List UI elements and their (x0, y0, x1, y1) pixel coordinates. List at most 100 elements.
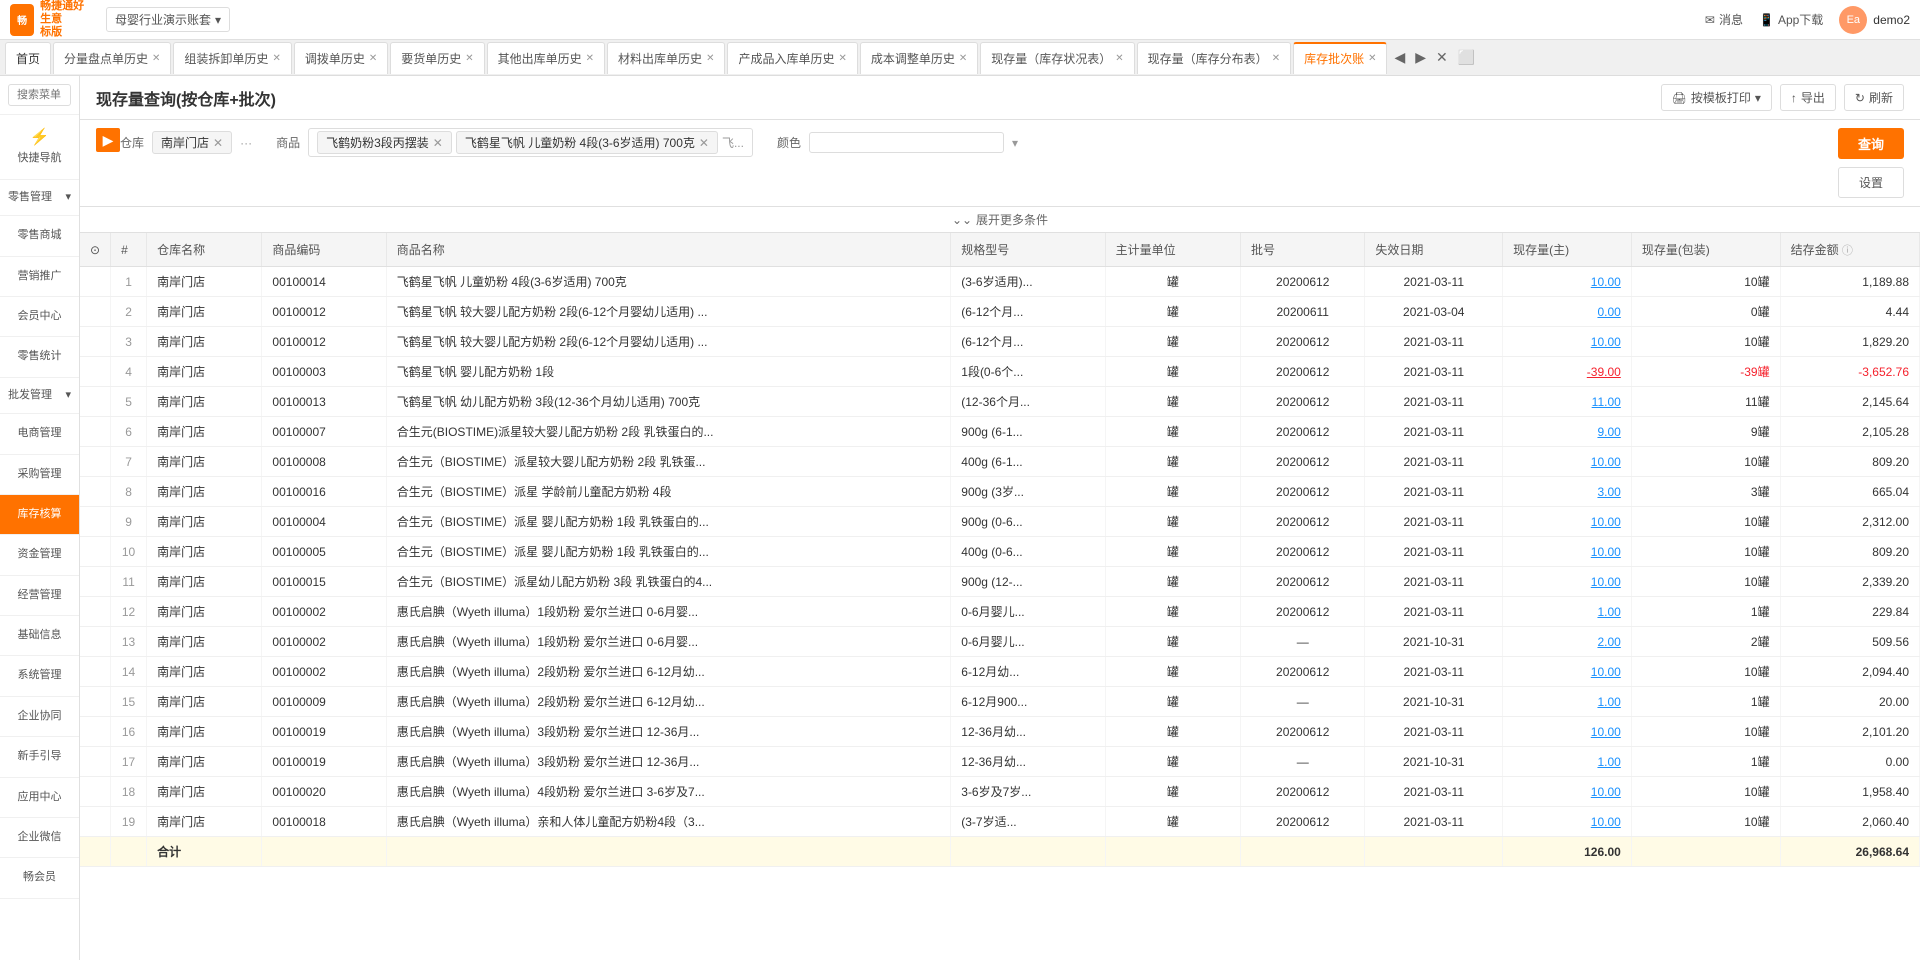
row-code: 00100014 (262, 267, 386, 297)
sidebar-item-wholesale[interactable]: 批发管理 ▾ (0, 378, 79, 414)
sidebar-item-membership[interactable]: 畅会员 (0, 858, 79, 898)
tab-close-product-in[interactable]: ✕ (838, 53, 846, 64)
sidebar-item-ops[interactable]: 经营管理 (0, 576, 79, 616)
tab-stock-status[interactable]: 现存量（库存状况表） ✕ (980, 42, 1134, 74)
row-stock-main[interactable]: 10.00 (1503, 327, 1632, 357)
row-stock-main[interactable]: 3.00 (1503, 477, 1632, 507)
tab-close-material-out[interactable]: ✕ (706, 53, 714, 64)
tab-batch-account[interactable]: 库存批次账 ✕ (1293, 42, 1387, 74)
row-stock-main[interactable]: 10.00 (1503, 717, 1632, 747)
sidebar-item-purchase[interactable]: 采购管理 (0, 455, 79, 495)
tab-transfer[interactable]: 调拨单历史 ✕ (294, 42, 388, 74)
tab-cost-adjust[interactable]: 成本调整单历史 ✕ (860, 42, 978, 74)
search-input[interactable] (8, 84, 71, 106)
sidebar-item-inventory[interactable]: 库存核算 (0, 495, 79, 535)
warehouse-more[interactable]: ··· (240, 136, 252, 150)
table-row: 15南岸门店00100009惠氏启腆（Wyeth illuma）2段奶粉 爱尔兰… (80, 687, 1920, 717)
tab-close-stock-dist[interactable]: ✕ (1272, 53, 1280, 64)
filter-toggle-button[interactable]: ▶ (96, 128, 120, 152)
tab-other-out[interactable]: 其他出库单历史 ✕ (487, 42, 605, 74)
row-stock-main[interactable]: 10.00 (1503, 537, 1632, 567)
product-tag-close-0[interactable]: ✕ (433, 136, 443, 150)
sidebar-item-quick-nav[interactable]: ⚡ 快捷导航 (0, 115, 79, 180)
user-area[interactable]: Ea demo2 (1839, 6, 1910, 34)
row-check (80, 657, 111, 687)
product-input-group[interactable]: 飞鹤奶粉3段丙摆装 ✕ 飞鹤星飞帆 儿童奶粉 4段(3-6岁适用) 700克 ✕… (308, 128, 753, 157)
tab-close-requisition[interactable]: ✕ (465, 53, 473, 64)
row-stock-main[interactable]: 11.00 (1503, 387, 1632, 417)
color-input[interactable] (809, 132, 1004, 153)
product-tag-close-1[interactable]: ✕ (699, 136, 709, 150)
tab-close-disassemble[interactable]: ✕ (272, 53, 280, 64)
tab-requisition[interactable]: 要货单历史 ✕ (390, 42, 484, 74)
row-warehouse: 南岸门店 (147, 777, 262, 807)
sidebar-item-retail[interactable]: 零售管理 ▾ (0, 180, 79, 216)
row-stock-main[interactable]: 10.00 (1503, 807, 1632, 837)
row-stock-main[interactable]: 10.00 (1503, 447, 1632, 477)
settings-button[interactable]: 设置 (1838, 167, 1904, 198)
tab-close-other-out[interactable]: ✕ (586, 53, 594, 64)
row-stock-main[interactable]: 9.00 (1503, 417, 1632, 447)
row-spec: (3-7岁适... (951, 807, 1105, 837)
row-stock-pkg: 10罐 (1631, 447, 1780, 477)
refresh-button[interactable]: ↻ 刷新 (1844, 84, 1904, 111)
tab-material-out[interactable]: 材料出库单历史 ✕ (607, 42, 725, 74)
workspace-selector[interactable]: 母婴行业演示账套 ▾ (106, 7, 230, 32)
tab-distribute[interactable]: 分量盘点单历史 ✕ (53, 42, 171, 74)
sidebar-membership-label: 畅会员 (23, 870, 56, 885)
sidebar-item-marketing[interactable]: 营销推广 (0, 257, 79, 297)
tab-product-in[interactable]: 产成品入库单历史 ✕ (727, 42, 857, 74)
export-button[interactable]: ↑ 导出 (1780, 84, 1836, 111)
tab-close-batch-account[interactable]: ✕ (1368, 53, 1376, 64)
app-download-button[interactable]: 📱 App下载 (1759, 11, 1823, 28)
print-button[interactable]: 🖨 按模板打印 ▾ (1661, 84, 1772, 111)
row-name: 合生元（BIOSTIME）派星较大婴儿配方奶粉 2段 乳铁蛋... (386, 447, 951, 477)
row-name: 惠氏启腆（Wyeth illuma）亲和人体儿童配方奶粉4段（3... (386, 807, 951, 837)
sidebar-item-ecom[interactable]: 电商管理 (0, 414, 79, 454)
tab-close-stock-status[interactable]: ✕ (1115, 53, 1123, 64)
row-stock-main[interactable]: -39.00 (1503, 357, 1632, 387)
sidebar-item-basic[interactable]: 基础信息 (0, 616, 79, 656)
expand-more-button[interactable]: ⌄⌄ 展开更多条件 (952, 211, 1048, 228)
sidebar-item-member[interactable]: 会员中心 (0, 297, 79, 337)
tab-close-cost-adjust[interactable]: ✕ (959, 53, 967, 64)
tab-nav-close[interactable]: ✕ (1431, 49, 1453, 66)
row-unit: 罐 (1105, 567, 1240, 597)
tab-disassemble[interactable]: 组装拆卸单历史 ✕ (173, 42, 291, 74)
row-warehouse: 南岸门店 (147, 417, 262, 447)
tab-close-transfer[interactable]: ✕ (369, 53, 377, 64)
sidebar-item-wechat[interactable]: 企业微信 (0, 818, 79, 858)
sum-label: 合计 (147, 837, 262, 867)
row-stock-main[interactable]: 10.00 (1503, 267, 1632, 297)
sidebar-item-appstore[interactable]: 应用中心 (0, 778, 79, 818)
message-button[interactable]: ✉ 消息 (1705, 11, 1743, 28)
row-stock-main[interactable]: 0.00 (1503, 297, 1632, 327)
tab-nav-expand[interactable]: ⬜ (1453, 49, 1480, 66)
balance-info-icon[interactable]: ⓘ (1842, 245, 1853, 257)
sidebar-item-guide[interactable]: 新手引导 (0, 737, 79, 777)
query-button[interactable]: 查询 (1838, 128, 1904, 159)
tab-close-distribute[interactable]: ✕ (152, 53, 160, 64)
sidebar-item-retail-shop[interactable]: 零售商城 (0, 216, 79, 256)
row-stock-main[interactable]: 10.00 (1503, 507, 1632, 537)
row-stock-main[interactable]: 10.00 (1503, 567, 1632, 597)
row-stock-main[interactable]: 1.00 (1503, 687, 1632, 717)
product-more[interactable]: 飞... (722, 134, 744, 151)
row-stock-main[interactable]: 10.00 (1503, 777, 1632, 807)
row-stock-main[interactable]: 1.00 (1503, 747, 1632, 777)
row-stock-main[interactable]: 10.00 (1503, 657, 1632, 687)
tab-bar: 首页 分量盘点单历史 ✕ 组装拆卸单历史 ✕ 调拨单历史 ✕ 要货单历史 ✕ 其… (0, 40, 1920, 76)
sidebar-item-system[interactable]: 系统管理 (0, 656, 79, 696)
row-num: 2 (111, 297, 147, 327)
tab-stock-dist[interactable]: 现存量（库存分布表） ✕ (1137, 42, 1291, 74)
tab-nav-right[interactable]: ▶ (1410, 49, 1431, 66)
sidebar-item-cooperation[interactable]: 企业协同 (0, 697, 79, 737)
row-stock-main[interactable]: 1.00 (1503, 597, 1632, 627)
col-balance: 结存金额 ⓘ (1780, 233, 1919, 267)
row-stock-main[interactable]: 2.00 (1503, 627, 1632, 657)
warehouse-tag-close[interactable]: ✕ (213, 136, 223, 150)
tab-nav-left[interactable]: ◀ (1389, 49, 1410, 66)
sidebar-item-finance[interactable]: 资金管理 (0, 535, 79, 575)
tab-home[interactable]: 首页 (5, 42, 51, 74)
sidebar-item-stats[interactable]: 零售统计 (0, 337, 79, 377)
